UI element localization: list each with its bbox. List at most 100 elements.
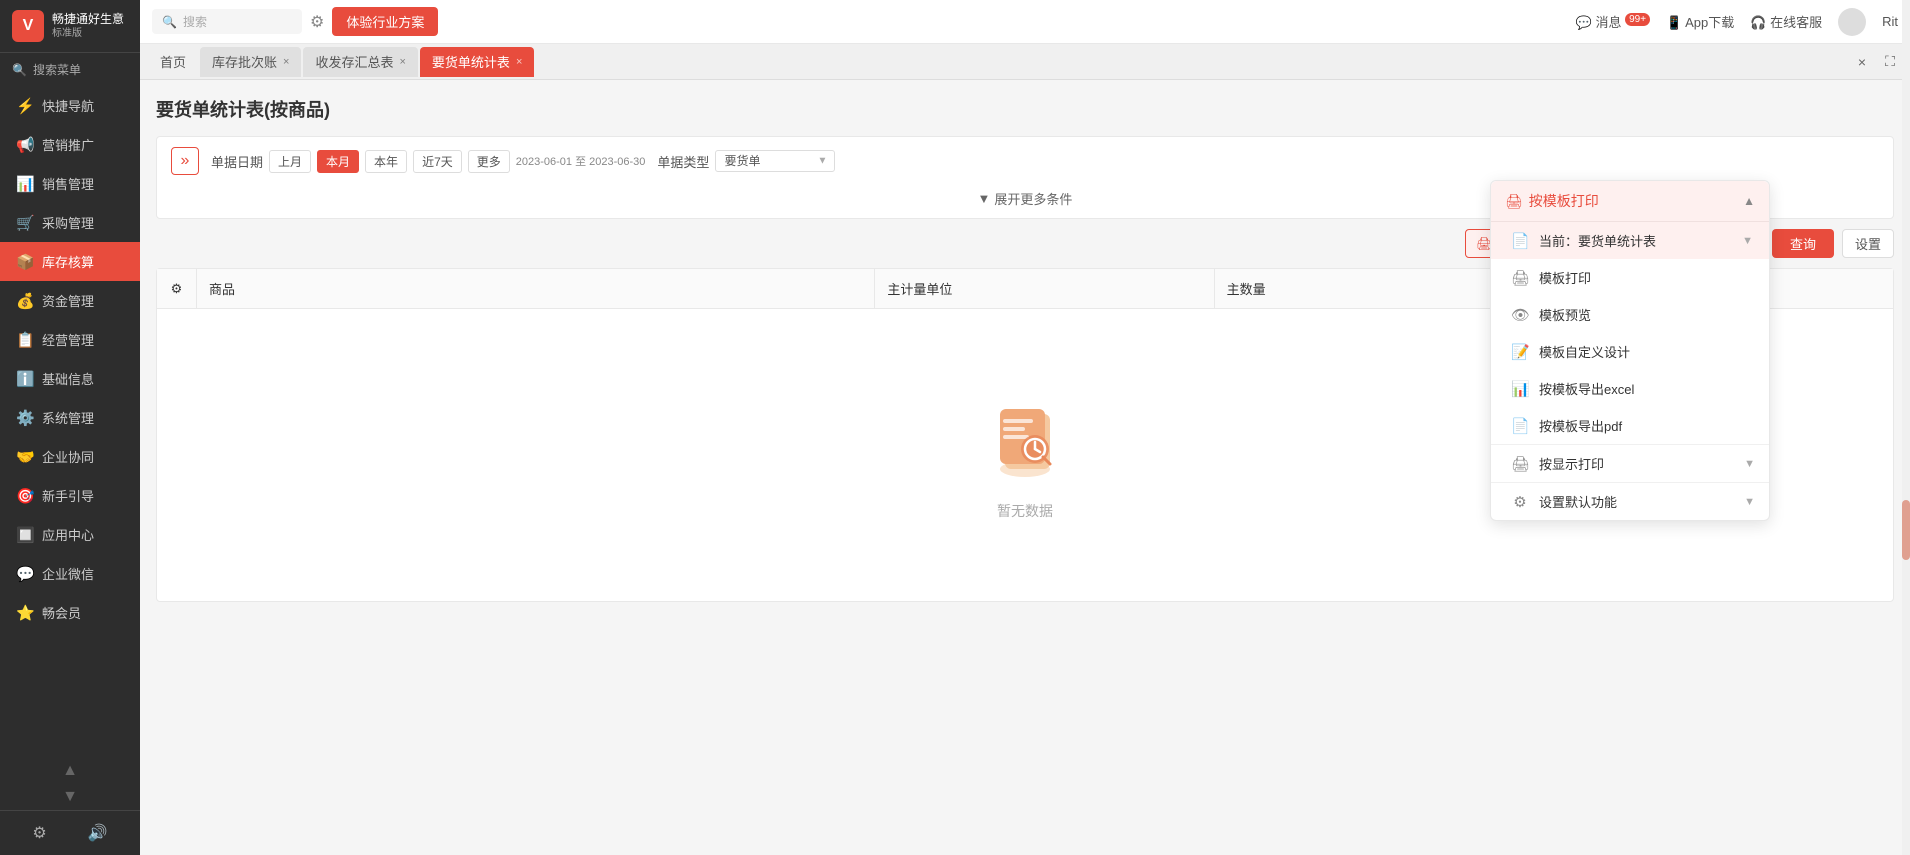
date-btn-more[interactable]: 更多 (468, 150, 510, 173)
topbar-search[interactable]: 🔍 搜索 (152, 9, 302, 34)
type-select[interactable]: 要货单 (715, 150, 835, 172)
sidebar-nav: ⚡ 快捷导航 📢 营销推广 📊 销售管理 🛒 采购管理 📦 库存核算 💰 资金管… (0, 86, 140, 758)
date-btn-this-month[interactable]: 本月 (317, 150, 359, 173)
sidebar-item-basic[interactable]: ℹ️ 基础信息 (0, 359, 140, 398)
online-service-btn[interactable]: 🎧 在线客服 (1750, 12, 1822, 31)
sidebar-scroll-up[interactable]: ▲ (62, 762, 78, 780)
collab-icon: 🤝 (16, 448, 34, 466)
sidebar-item-guide[interactable]: 🎯 新手引导 (0, 476, 140, 515)
tab-close-icon[interactable]: × (399, 56, 405, 68)
popup-item-template-print[interactable]: 🖨 模板打印 (1491, 259, 1769, 296)
type-select-wrap: 要货单 (715, 150, 835, 172)
popup-template-excel-icon: 📊 (1511, 380, 1529, 398)
tab-close-window-btn[interactable]: × (1850, 50, 1874, 74)
empty-icon (975, 389, 1075, 489)
avatar[interactable] (1838, 8, 1866, 36)
popup-chevron-icon[interactable]: ▲ (1743, 194, 1755, 208)
popup-item-template-export-excel[interactable]: 📊 按模板导出excel (1491, 370, 1769, 407)
sidebar-item-label: 畅会员 (42, 603, 81, 622)
popup-item-label: 按模板导出excel (1539, 379, 1634, 398)
topbar-gear-icon[interactable]: ⚙ (310, 12, 324, 32)
sidebar-item-apps[interactable]: 🔲 应用中心 (0, 515, 140, 554)
sidebar-item-marketing[interactable]: 📢 营销推广 (0, 125, 140, 164)
sidebar-item-funds[interactable]: 💰 资金管理 (0, 281, 140, 320)
popup-header-right: ▲ (1743, 194, 1755, 208)
search-icon: 🔍 (12, 63, 27, 77)
sidebar-sound-icon[interactable]: 🔊 (88, 823, 108, 843)
content-area: 要货单统计表(按商品) » 单据日期 上月 本月 本年 近7天 更多 2023-… (140, 80, 1910, 855)
sidebar-settings-icon[interactable]: ⚙ (32, 823, 46, 843)
sidebar-item-label: 营销推广 (42, 135, 94, 154)
sidebar-item-label: 企业协同 (42, 447, 94, 466)
tab-receivable-summary[interactable]: 收发存汇总表 × (303, 47, 417, 77)
message-btn[interactable]: 💬 消息 99+ (1576, 12, 1650, 31)
tab-label: 要货单统计表 (432, 52, 510, 71)
popup-item-label: 模板打印 (1539, 268, 1591, 287)
popup-item-template-custom[interactable]: 📝 模板自定义设计 (1491, 333, 1769, 370)
sidebar-item-purchase[interactable]: 🛒 采购管理 (0, 203, 140, 242)
basic-icon: ℹ️ (16, 370, 34, 388)
type-filter-label: 单据类型 (657, 152, 709, 171)
popup-section-set-default: ⚙ 设置默认功能 ▼ (1491, 482, 1769, 520)
sidebar-footer: ⚙ 🔊 (0, 810, 140, 855)
popup-item-label: 模板自定义设计 (1539, 342, 1630, 361)
sidebar-item-system[interactable]: ⚙️ 系统管理 (0, 398, 140, 437)
expand-icon: ▼ (978, 191, 991, 206)
popup-item-template-export-pdf[interactable]: 📄 按模板导出pdf (1491, 407, 1769, 444)
date-btn-last-month[interactable]: 上月 (269, 150, 311, 173)
sidebar-logo: V 畅捷通好生意 标准版 (0, 0, 140, 53)
popup-set-default-label: 设置默认功能 (1539, 492, 1617, 511)
popup-title: 按模板打印 (1529, 191, 1599, 211)
popup-set-default-item[interactable]: ⚙ 设置默认功能 ▼ (1491, 483, 1769, 520)
tab-maximize-btn[interactable]: ⛶ (1878, 50, 1902, 74)
sidebar-item-collab[interactable]: 🤝 企业协同 (0, 437, 140, 476)
th-settings[interactable]: ⚙ (157, 269, 197, 308)
sidebar-item-label: 企业微信 (42, 564, 94, 583)
apps-icon: 🔲 (16, 526, 34, 544)
trial-button[interactable]: 体验行业方案 (332, 7, 438, 36)
tab-home[interactable]: 首页 (148, 48, 198, 75)
empty-text: 暂无数据 (997, 501, 1053, 521)
popup-template-pdf-icon: 📄 (1511, 417, 1529, 435)
operation-icon: 📋 (16, 331, 34, 349)
sidebar-item-label: 采购管理 (42, 213, 94, 232)
sidebar-item-label: 库存核算 (42, 252, 94, 271)
sidebar-item-sales[interactable]: 📊 销售管理 (0, 164, 140, 203)
sidebar-item-label: 应用中心 (42, 525, 94, 544)
filter-expand-btn[interactable]: ▼ 展开更多条件 (978, 189, 1073, 208)
sidebar-item-operation[interactable]: 📋 经营管理 (0, 320, 140, 359)
sidebar-item-label: 系统管理 (42, 408, 94, 427)
filter-expand-icon-btn[interactable]: » (171, 147, 199, 175)
query-button[interactable]: 查询 (1772, 229, 1834, 258)
app-download-btn[interactable]: 📱 App下载 (1666, 12, 1734, 31)
tab-inventory-batch[interactable]: 库存批次账 × (200, 47, 301, 77)
sidebar-item-quicknav[interactable]: ⚡ 快捷导航 (0, 86, 140, 125)
popup-section-left: 🖨 按显示打印 (1511, 454, 1604, 473)
date-btn-this-year[interactable]: 本年 (365, 150, 407, 173)
search-icon: 🔍 (162, 15, 177, 29)
tab-close-icon[interactable]: × (283, 56, 289, 68)
th-product: 商品 (197, 269, 875, 308)
tab-close-icon[interactable]: × (516, 56, 522, 68)
right-scrollbar[interactable] (1902, 0, 1910, 855)
logo-icon: V (12, 10, 44, 42)
sidebar-item-inventory[interactable]: 📦 库存核算 (0, 242, 140, 281)
popup-display-print-item[interactable]: 🖨 按显示打印 ▼ (1491, 445, 1769, 482)
tab-requisition-stat[interactable]: 要货单统计表 × (420, 47, 534, 77)
popup-item-label: 按模板导出pdf (1539, 416, 1622, 435)
date-btn-7days[interactable]: 近7天 (413, 150, 462, 173)
user-name: Rit (1882, 14, 1898, 29)
quicknav-icon: ⚡ (16, 97, 34, 115)
sidebar-item-member[interactable]: ⭐ 畅会员 (0, 593, 140, 632)
popup-item-template-preview[interactable]: 👁 模板预览 (1491, 296, 1769, 333)
sidebar-item-wechat[interactable]: 💬 企业微信 (0, 554, 140, 593)
popup-section-arrow-icon: ▼ (1744, 458, 1755, 470)
sidebar-search[interactable]: 🔍 搜索菜单 (0, 53, 140, 86)
sidebar-scroll-down[interactable]: ▼ (62, 788, 78, 806)
popup-current-template[interactable]: 📄 当前：要货单统计表 ▼ (1491, 222, 1769, 259)
tab-label: 库存批次账 (212, 52, 277, 71)
table-settings-icon[interactable]: ⚙ (171, 281, 183, 297)
popup-current-label: 当前：要货单统计表 (1539, 231, 1656, 250)
settings-button[interactable]: 设置 (1842, 229, 1894, 258)
wechat-icon: 💬 (16, 565, 34, 583)
